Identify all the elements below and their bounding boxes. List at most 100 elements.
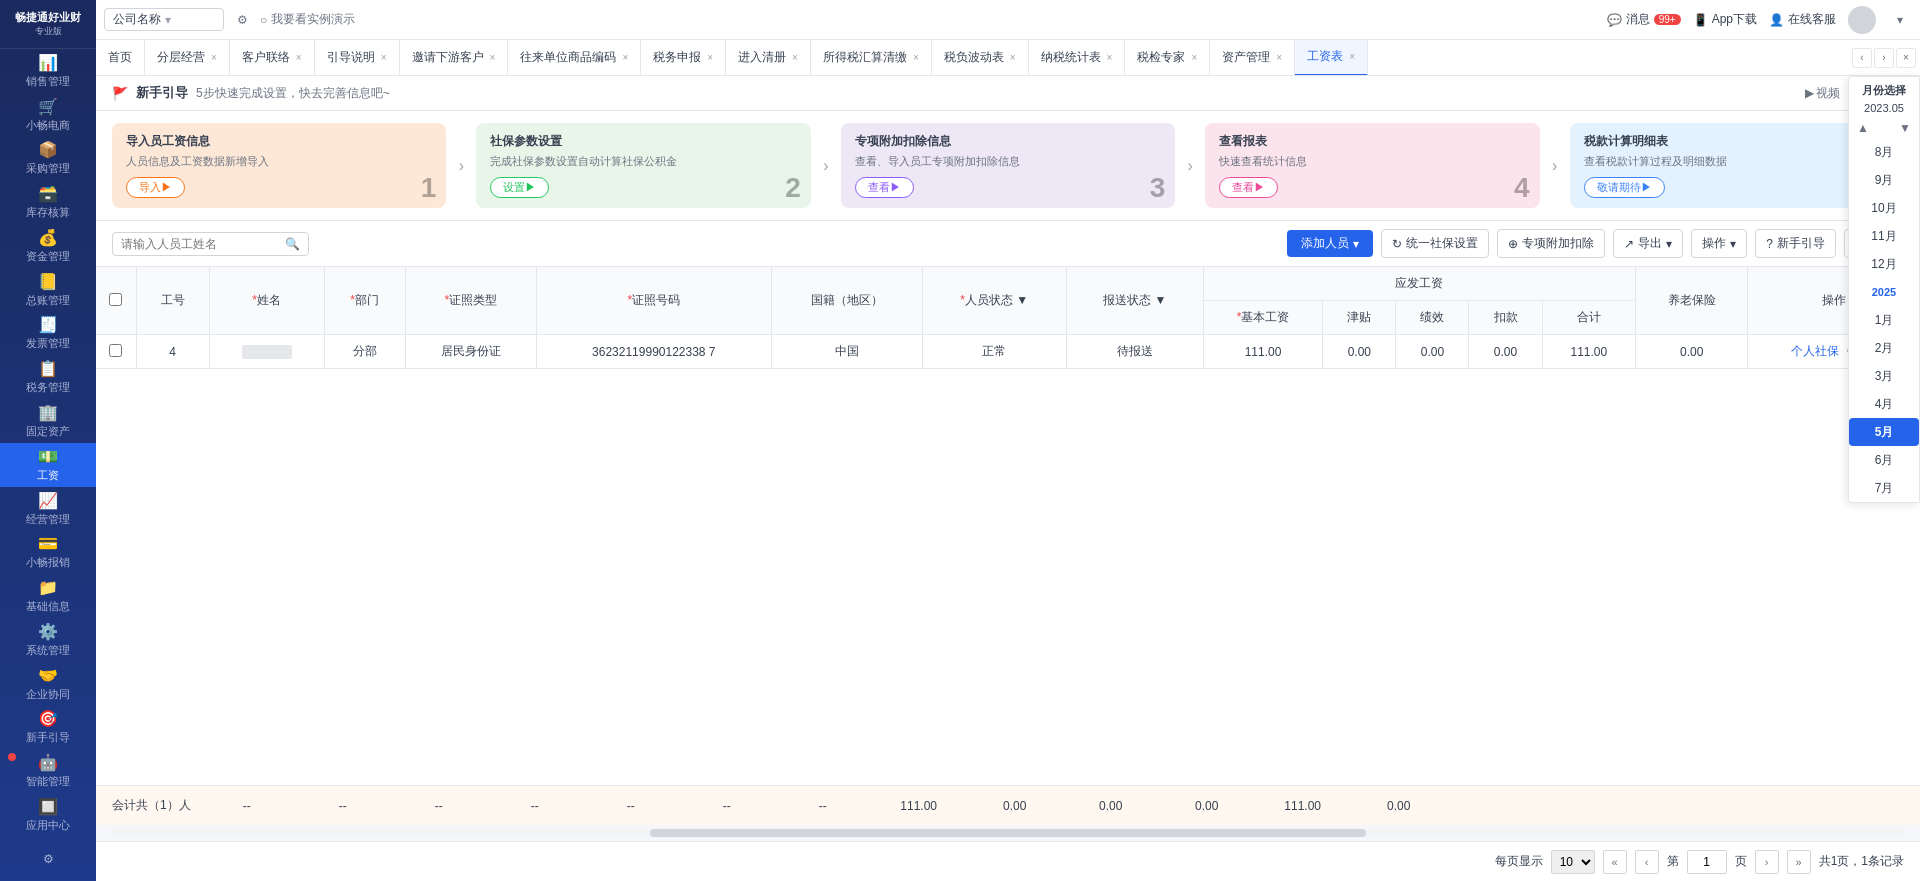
- personal-social-link[interactable]: 个人社保: [1791, 344, 1839, 358]
- tab-home[interactable]: 首页: [96, 40, 145, 76]
- month-item-10[interactable]: 10月: [1849, 194, 1919, 222]
- tab-payroll[interactable]: 工资表 ×: [1295, 40, 1368, 76]
- sidebar-item-finance[interactable]: 💰 资金管理: [0, 224, 96, 268]
- search-input[interactable]: [121, 237, 281, 251]
- tab-tax-expert-close[interactable]: ×: [1191, 52, 1197, 63]
- month-item-3[interactable]: 3月: [1849, 362, 1919, 390]
- row-idtype-cell: 居民身份证: [405, 335, 537, 369]
- tab-tax-stats-close[interactable]: ×: [1107, 52, 1113, 63]
- scrollbar-thumb[interactable]: [650, 829, 1367, 837]
- step-1-button[interactable]: 导入▶: [126, 177, 185, 198]
- step-4-card: 查看报表 快速查看统计信息 查看▶ 4: [1205, 123, 1539, 208]
- month-item-12[interactable]: 12月: [1849, 250, 1919, 278]
- month-item-4[interactable]: 4月: [1849, 390, 1919, 418]
- more-icon[interactable]: ▾: [1888, 8, 1912, 32]
- tab-customer-close[interactable]: ×: [296, 52, 302, 63]
- tab-tax-calc-close[interactable]: ×: [913, 52, 919, 63]
- sidebar-item-assets[interactable]: 🏢 固定资产: [0, 399, 96, 443]
- month-item-2[interactable]: 2月: [1849, 334, 1919, 362]
- tab-tax-wave-close[interactable]: ×: [1010, 52, 1016, 63]
- add-person-button[interactable]: 添加人员 ▾: [1287, 230, 1373, 257]
- video-link[interactable]: ▶ 视频: [1805, 85, 1840, 102]
- tab-guide[interactable]: 引导说明 ×: [315, 40, 400, 76]
- month-next-button[interactable]: ▼: [1895, 118, 1915, 138]
- step-5-button[interactable]: 敬请期待▶: [1584, 177, 1665, 198]
- last-page-button[interactable]: »: [1787, 850, 1811, 874]
- sidebar-item-marketing[interactable]: 💳 小畅报销: [0, 530, 96, 574]
- prev-page-button[interactable]: ‹: [1635, 850, 1659, 874]
- search-icon[interactable]: 🔍: [285, 237, 300, 251]
- operation-button[interactable]: 操作 ▾: [1691, 229, 1747, 258]
- tab-next-button[interactable]: ›: [1874, 48, 1894, 68]
- tab-clearbook[interactable]: 进入清册 ×: [726, 40, 811, 76]
- tab-guide-close[interactable]: ×: [381, 52, 387, 63]
- tab-payroll-close[interactable]: ×: [1349, 51, 1355, 62]
- tab-tax-declare[interactable]: 税务申报 ×: [641, 40, 726, 76]
- sidebar-item-system[interactable]: ⚙️ 系统管理: [0, 618, 96, 662]
- month-item-1[interactable]: 1月: [1849, 306, 1919, 334]
- special-deduction-button[interactable]: ⊕ 专项附加扣除: [1497, 229, 1605, 258]
- step-4-button[interactable]: 查看▶: [1219, 177, 1278, 198]
- month-item-8[interactable]: 8月: [1849, 138, 1919, 166]
- next-page-button[interactable]: ›: [1755, 850, 1779, 874]
- sidebar-item-apps[interactable]: 🔲 应用中心: [0, 793, 96, 837]
- step-2-button[interactable]: 设置▶: [490, 177, 549, 198]
- page-size-select[interactable]: 10 20 50: [1551, 850, 1595, 874]
- tab-tax-declare-close[interactable]: ×: [707, 52, 713, 63]
- row-checkbox[interactable]: [109, 344, 122, 357]
- tab-tax-stats[interactable]: 纳税统计表 ×: [1029, 40, 1126, 76]
- tab-tax-expert[interactable]: 税检专家 ×: [1125, 40, 1210, 76]
- online-service-button[interactable]: 👤 在线客服: [1769, 11, 1836, 28]
- tab-tax-wave[interactable]: 税负波动表 ×: [932, 40, 1029, 76]
- sidebar-item-ecommerce[interactable]: 🛒 小畅电商: [0, 93, 96, 137]
- export-button[interactable]: ↗ 导出 ▾: [1613, 229, 1683, 258]
- first-page-button[interactable]: «: [1603, 850, 1627, 874]
- tab-clearbook-close[interactable]: ×: [792, 52, 798, 63]
- sidebar-item-sales[interactable]: 📊 销售管理: [0, 49, 96, 93]
- sidebar-item-inventory[interactable]: 🗃️ 库存核算: [0, 180, 96, 224]
- horizontal-scrollbar[interactable]: [112, 829, 1904, 837]
- select-all-checkbox[interactable]: [109, 293, 122, 306]
- month-item-11[interactable]: 11月: [1849, 222, 1919, 250]
- message-button[interactable]: 💬 消息 99+: [1607, 11, 1681, 28]
- tab-invite[interactable]: 邀请下游客户 ×: [400, 40, 509, 76]
- sidebar-item-collab[interactable]: 🤝 企业协同: [0, 662, 96, 706]
- unified-social-button[interactable]: ↻ 统一社保设置: [1381, 229, 1489, 258]
- tab-assets-close[interactable]: ×: [1276, 52, 1282, 63]
- sidebar-item-invoice[interactable]: 🧾 发票管理: [0, 312, 96, 356]
- settings-icon[interactable]: ⚙: [230, 8, 254, 32]
- page-number-input[interactable]: [1687, 850, 1727, 874]
- step-3-button[interactable]: 查看▶: [855, 177, 914, 198]
- new-guide-button[interactable]: ? 新手引导: [1755, 229, 1836, 258]
- tab-split-mgmt[interactable]: 分层经营 ×: [145, 40, 230, 76]
- tab-invite-close[interactable]: ×: [490, 52, 496, 63]
- sidebar-item-payroll[interactable]: 💵 工资: [0, 443, 96, 487]
- sidebar-item-purchase[interactable]: 📦 采购管理: [0, 136, 96, 180]
- sidebar-item-guide[interactable]: 🎯 新手引导: [0, 706, 96, 750]
- tab-close-all-button[interactable]: ×: [1896, 48, 1916, 68]
- filter-icon-status[interactable]: ▼: [1016, 293, 1028, 307]
- sidebar-item-basic[interactable]: 📁 基础信息: [0, 574, 96, 618]
- demo-button[interactable]: ○ 我要看实例演示: [260, 11, 355, 28]
- month-item-5-active[interactable]: 5月: [1849, 418, 1919, 446]
- month-item-7[interactable]: 7月: [1849, 474, 1919, 502]
- user-avatar[interactable]: [1848, 6, 1876, 34]
- tab-prev-button[interactable]: ‹: [1852, 48, 1872, 68]
- tab-customer[interactable]: 客户联络 ×: [230, 40, 315, 76]
- tab-tax-calc[interactable]: 所得税汇算清缴 ×: [811, 40, 932, 76]
- app-download-button[interactable]: 📱 App下载: [1693, 11, 1757, 28]
- tab-product-code-close[interactable]: ×: [622, 52, 628, 63]
- filter-icon-send[interactable]: ▼: [1155, 293, 1167, 307]
- sidebar-item-smart[interactable]: 🤖 智能管理: [0, 749, 96, 793]
- sidebar-item-operations[interactable]: 📈 经营管理: [0, 487, 96, 531]
- sidebar-item-tax[interactable]: 📋 税务管理: [0, 355, 96, 399]
- company-selector[interactable]: 公司名称 ▾: [104, 8, 224, 31]
- tab-product-code[interactable]: 往来单位商品编码 ×: [508, 40, 641, 76]
- month-prev-button[interactable]: ▲: [1853, 118, 1873, 138]
- month-item-6[interactable]: 6月: [1849, 446, 1919, 474]
- tab-split-close[interactable]: ×: [211, 52, 217, 63]
- month-item-9[interactable]: 9月: [1849, 166, 1919, 194]
- settings-button[interactable]: ⚙: [0, 837, 96, 881]
- sidebar-item-ledger[interactable]: 📒 总账管理: [0, 268, 96, 312]
- tab-assets-mgmt[interactable]: 资产管理 ×: [1210, 40, 1295, 76]
